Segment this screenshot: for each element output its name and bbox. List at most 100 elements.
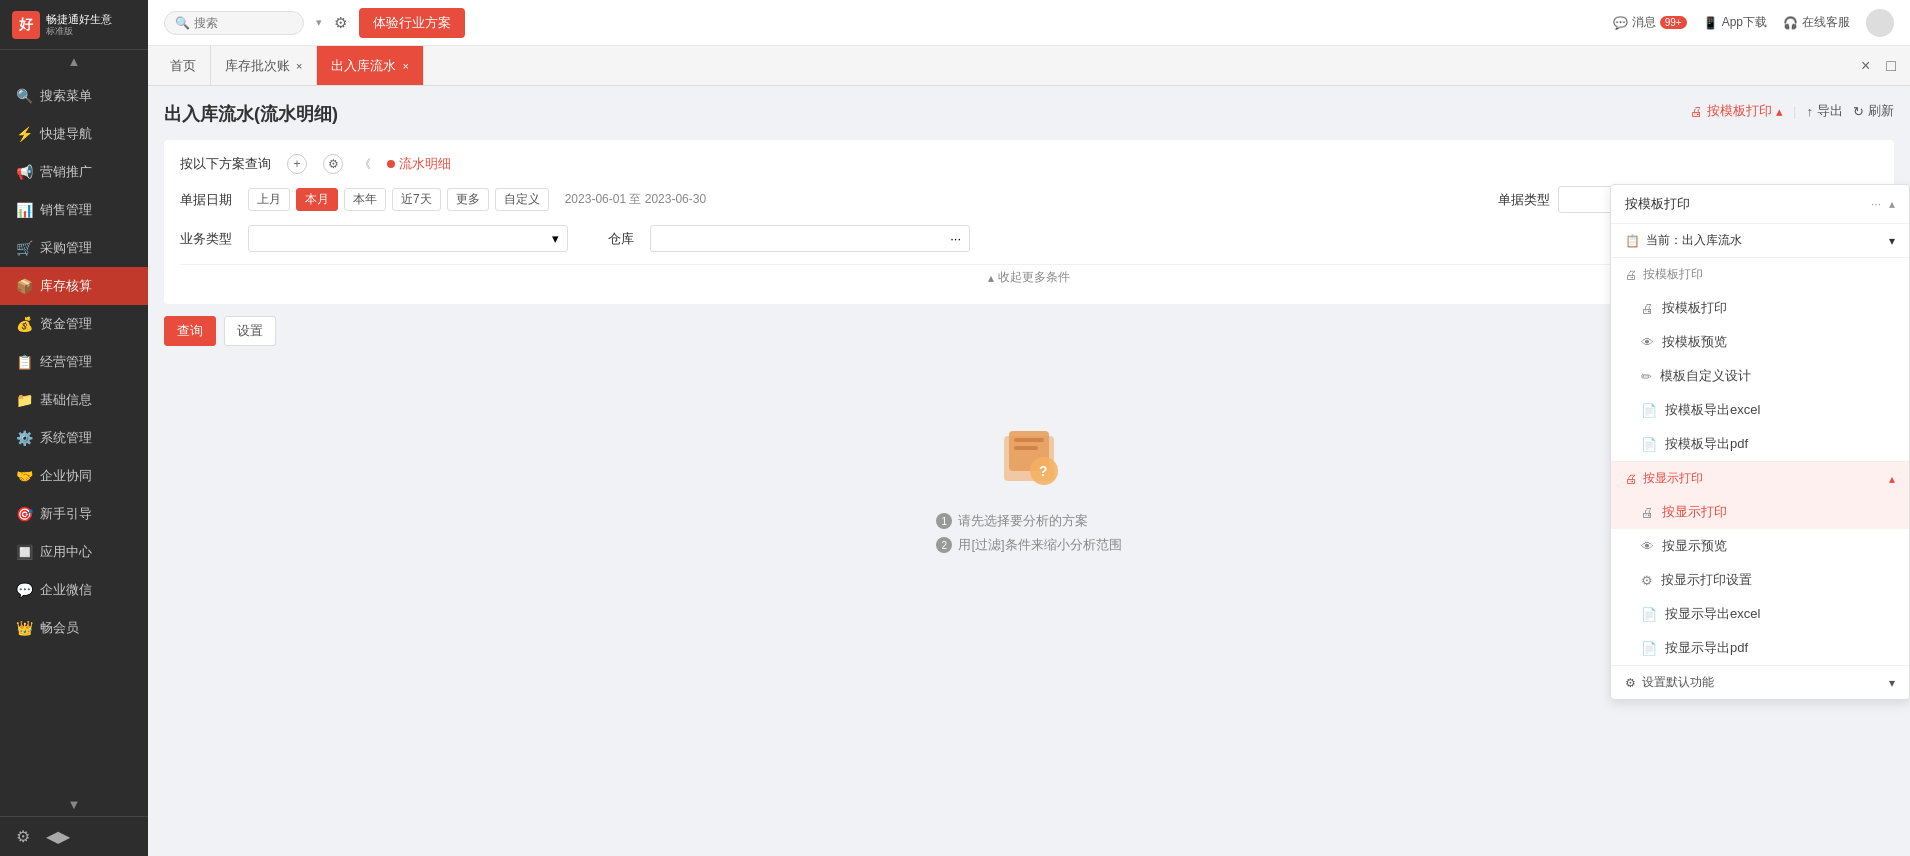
business-type-select[interactable]: ▾ [248,225,568,252]
dropdown-current-label: 当前：出入库流水 [1646,232,1742,249]
sidebar-item-label: 资金管理 [40,315,92,333]
sidebar-item-cooperation[interactable]: 🤝 企业协同 [0,457,148,495]
sidebar-item-label: 畅会员 [40,619,79,637]
template-excel-icon: 📄 [1641,403,1657,418]
warehouse-select[interactable]: ··· [650,225,970,252]
template-export-excel-label: 按模板导出excel [1665,401,1760,419]
date-shortcuts: 上月 本月 本年 近7天 更多 自定义 [248,188,549,211]
dropdown-template-section-label: 按模板打印 [1643,266,1703,283]
system-icon: ⚙️ [16,430,32,446]
sidebar-item-member[interactable]: 👑 畅会员 [0,609,148,647]
online-service-item[interactable]: 🎧 在线客服 [1783,14,1850,31]
tab-maximize-button[interactable]: □ [1880,55,1902,77]
topbar-search-dropdown-icon[interactable]: ▾ [316,16,322,29]
topbar-gear-icon[interactable]: ⚙ [334,14,347,32]
date-more-btn[interactable]: 更多 [447,188,489,211]
template-custom-icon: ✏ [1641,369,1652,384]
date-7days-btn[interactable]: 近7天 [392,188,441,211]
dropdown-title: 按模板打印 [1625,195,1690,213]
app-download-label: App下载 [1722,14,1767,31]
export-btn[interactable]: ↑ 导出 [1807,102,1844,120]
sidebar-item-search[interactable]: 🔍 搜索菜单 [0,77,148,115]
sidebar-item-inventory[interactable]: 📦 库存核算 [0,267,148,305]
dropdown-display-header[interactable]: 🖨 按显示打印 ▴ [1611,462,1909,495]
dropdown-item-template-export-pdf[interactable]: 📄 按模板导出pdf [1611,427,1909,461]
display-excel-icon: 📄 [1641,607,1657,622]
search-icon: 🔍 [16,88,32,104]
finance-icon: 💰 [16,316,32,332]
sidebar-item-app-center[interactable]: 🔲 应用中心 [0,533,148,571]
sidebar-collapse-icon[interactable]: ◀▶ [46,827,70,846]
tab-batch-close-icon[interactable]: × [296,60,302,72]
search-input[interactable] [194,16,294,30]
query-button[interactable]: 查询 [164,316,216,346]
sidebar-item-basic[interactable]: 📁 基础信息 [0,381,148,419]
dropdown-item-display-print[interactable]: 🖨 按显示打印 [1611,495,1909,529]
date-last-month-btn[interactable]: 上月 [248,188,290,211]
sidebar-item-sales[interactable]: 📊 销售管理 [0,191,148,229]
filter-add-button[interactable]: + [287,154,307,174]
dropdown-current-header[interactable]: 📋 当前：出入库流水 ▾ [1611,224,1909,257]
dropdown-item-display-export-excel[interactable]: 📄 按显示导出excel [1611,597,1909,631]
date-this-month-btn[interactable]: 本月 [296,188,338,211]
sidebar-item-system[interactable]: ⚙️ 系统管理 [0,419,148,457]
sidebar-item-purchase[interactable]: 🛒 采购管理 [0,229,148,267]
dropdown-item-template-export-excel[interactable]: 📄 按模板导出excel [1611,393,1909,427]
tab-close-all-button[interactable]: × [1855,55,1876,77]
date-this-year-btn[interactable]: 本年 [344,188,386,211]
dropdown-current-section: 📋 当前：出入库流水 ▾ [1611,224,1909,258]
empty-tip-2: 2 用[过滤]条件来缩小分析范围 [936,536,1121,554]
user-avatar[interactable] [1866,9,1894,37]
sidebar-item-guide[interactable]: 🎯 新手引导 [0,495,148,533]
tab-flow[interactable]: 出入库流水 × [317,46,423,85]
filter-settings-button[interactable]: ⚙ [323,154,343,174]
dropdown-item-template-print[interactable]: 🖨 按模板打印 [1611,291,1909,325]
sidebar-item-label: 系统管理 [40,429,92,447]
dropdown-default-label: 设置默认功能 [1642,674,1714,691]
empty-icon: ? [989,416,1069,496]
sidebar-item-operations[interactable]: 📋 经营管理 [0,343,148,381]
template-print-btn[interactable]: 🖨 按模板打印 ▴ [1690,102,1783,120]
topbar-search-icon: 🔍 [175,16,190,30]
dropdown-item-display-settings[interactable]: ⚙ 按显示打印设置 [1611,563,1909,597]
sidebar-footer: ⚙ ◀▶ [0,816,148,856]
filter-active-tag[interactable]: 流水明细 [387,155,451,173]
date-custom-btn[interactable]: 自定义 [495,188,549,211]
current-section-arrow-icon: ▾ [1889,234,1895,248]
sidebar-nav: 🔍 搜索菜单 ⚡ 快捷导航 📢 营销推广 📊 销售管理 🛒 采购管理 📦 库存核… [0,73,148,793]
sidebar-item-finance[interactable]: 💰 资金管理 [0,305,148,343]
tab-flow-close-icon[interactable]: × [402,60,408,72]
topbar-search-box[interactable]: 🔍 [164,11,304,35]
dropdown-default-section[interactable]: ⚙ 设置默认功能 ▾ [1611,666,1909,699]
tab-batch-account[interactable]: 库存批次账 × [211,46,317,85]
message-item[interactable]: 💬 消息 99+ [1613,14,1687,31]
sidebar-item-marketing[interactable]: 📢 营销推广 [0,153,148,191]
tab-home[interactable]: 首页 [156,46,211,85]
inventory-icon: 📦 [16,278,32,294]
refresh-btn[interactable]: ↻ 刷新 [1853,102,1894,120]
settings-button[interactable]: 设置 [224,316,276,346]
sidebar-item-quick-nav[interactable]: ⚡ 快捷导航 [0,115,148,153]
tab-batch-label: 库存批次账 [225,57,290,75]
template-print-arrow-icon: ▴ [1776,104,1783,119]
industry-solution-button[interactable]: 体验行业方案 [359,8,465,38]
dropdown-item-display-preview[interactable]: 👁 按显示预览 [1611,529,1909,563]
app-download-item[interactable]: 📱 App下载 [1703,14,1767,31]
date-range-display: 2023-06-01 至 2023-06-30 [565,191,706,208]
filter-collapse-arrow-icon[interactable]: 《 [359,156,371,173]
dropdown-template-header[interactable]: 🖨 按模板打印 [1611,258,1909,291]
dropdown-item-template-custom[interactable]: ✏ 模板自定义设计 [1611,359,1909,393]
dropdown-collapse-icon[interactable]: ▴ [1889,197,1895,211]
tip-text-1: 请先选择要分析的方案 [958,512,1088,530]
sidebar-scroll-down[interactable]: ▼ [0,793,148,816]
display-pdf-icon: 📄 [1641,641,1657,656]
template-print-item-label: 按模板打印 [1662,299,1727,317]
sidebar-footer-settings-icon[interactable]: ⚙ [16,827,30,846]
dropdown-item-display-export-pdf[interactable]: 📄 按显示导出pdf [1611,631,1909,665]
dropdown-item-template-preview[interactable]: 👁 按模板预览 [1611,325,1909,359]
sidebar-scroll-up[interactable]: ▲ [0,50,148,73]
warehouse-ellipsis-icon: ··· [950,231,961,246]
sidebar-item-wechat[interactable]: 💬 企业微信 [0,571,148,609]
dropdown-ellipsis-icon[interactable]: ··· [1871,197,1881,211]
online-service-label: 在线客服 [1802,14,1850,31]
